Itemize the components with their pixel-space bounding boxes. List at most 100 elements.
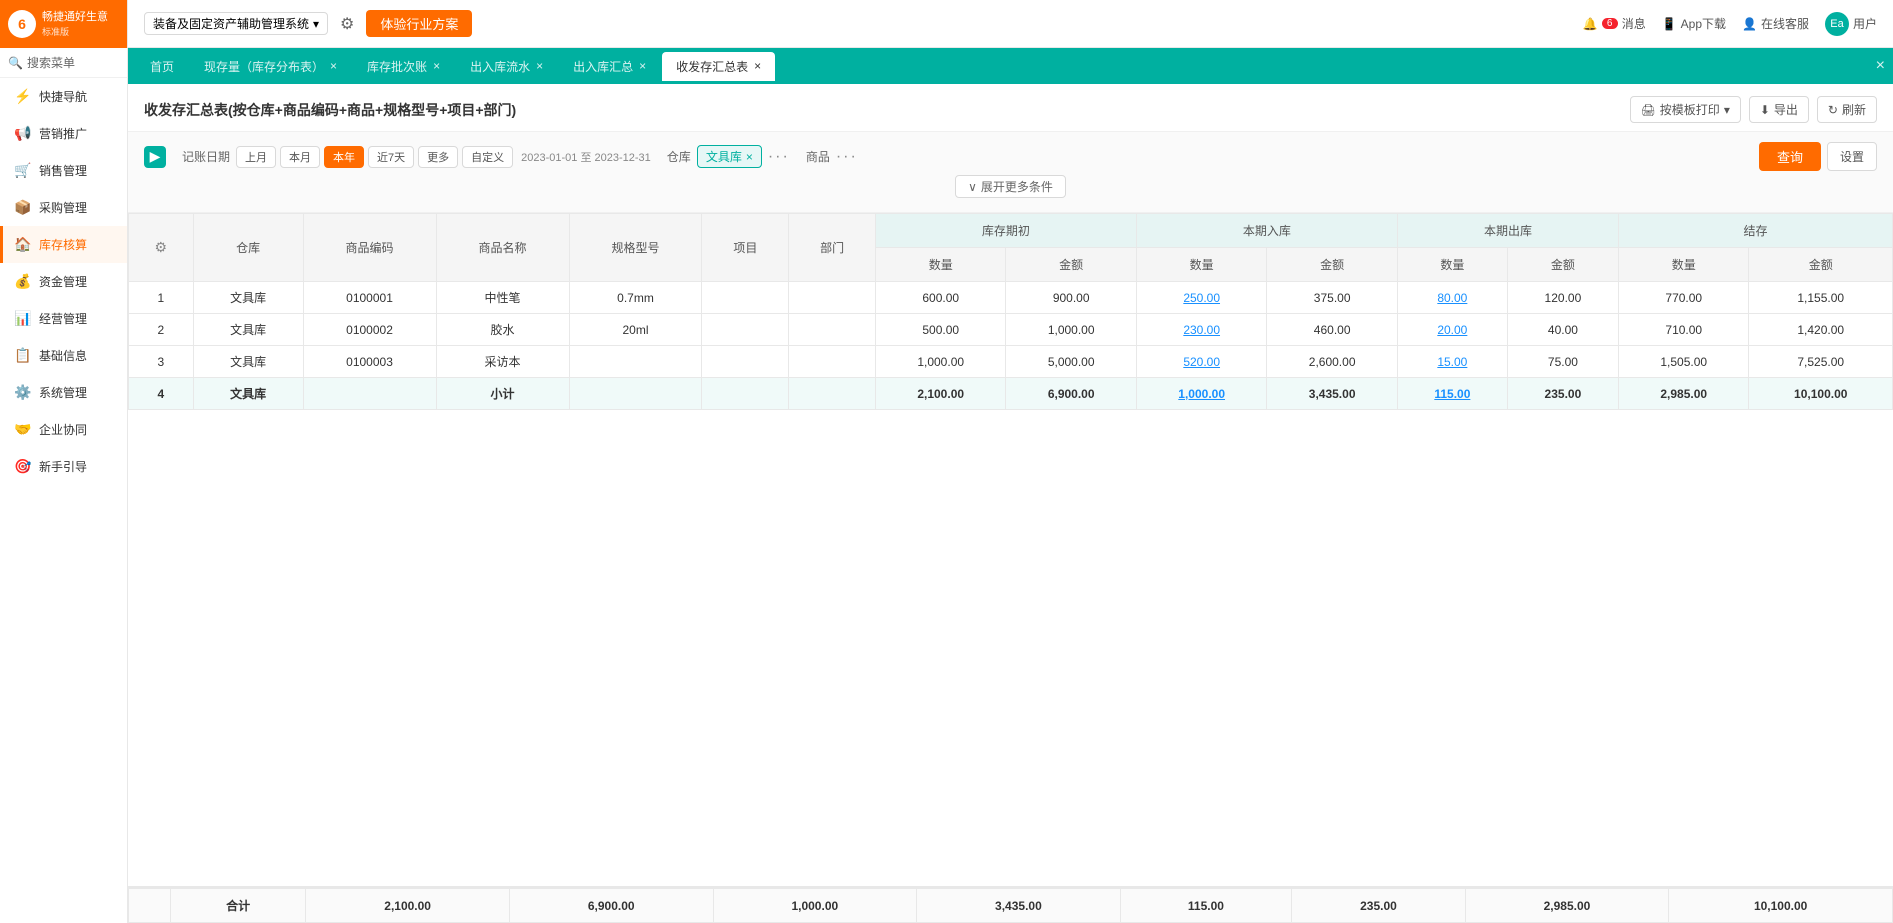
sidebar-item-guide[interactable]: 🎯 新手引导 [0,448,127,485]
expand-row: ∨ 展开更多条件 [144,171,1877,202]
cell-seq-3: 3 [129,346,194,378]
sidebar-item-label-sales: 销售管理 [39,162,87,179]
app-download-item[interactable]: 📱 App下载 [1662,15,1726,32]
warehouse-tag-close[interactable]: × [746,150,753,164]
date-btn-7days[interactable]: 近7天 [368,146,414,168]
sidebar-item-basic[interactable]: 📋 基础信息 [0,337,127,374]
th-goods-name: 商品名称 [436,214,569,282]
search-button[interactable]: 查询 [1759,142,1821,171]
tab-batch-ledger-close[interactable]: × [433,59,440,73]
cell-dept-2 [789,314,876,346]
th-closing: 结存 [1619,214,1893,248]
in-qty-link-2[interactable]: 230.00 [1183,323,1220,337]
cell-out-qty-2[interactable]: 20.00 [1397,314,1507,346]
tab-inout-summary-close[interactable]: × [639,59,646,73]
th-open-amt: 金额 [1006,248,1136,282]
in-qty-link-3[interactable]: 520.00 [1183,355,1220,369]
warehouse-tag: 文具库 × [697,145,762,168]
sidebar-logo: 6 畅捷通好生意 标准版 [0,0,127,48]
guide-icon: 🎯 [15,459,31,475]
cell-out-qty-3[interactable]: 15.00 [1397,346,1507,378]
system-selector[interactable]: 装备及固定资产辅助管理系统 ▾ [144,12,328,35]
purchase-icon: 📦 [15,200,31,216]
out-qty-link-4[interactable]: 115.00 [1434,387,1470,401]
cell-in-qty-3[interactable]: 520.00 [1136,346,1266,378]
sidebar-item-purchase[interactable]: 📦 采购管理 [0,189,127,226]
sidebar-item-label-guide: 新手引导 [39,458,87,475]
refresh-button[interactable]: ↻ 刷新 [1817,96,1877,123]
in-qty-link-4[interactable]: 1,000.00 [1178,387,1225,401]
tab-inventory-dist-close[interactable]: × [330,59,337,73]
sidebar-item-operations[interactable]: 📊 经营管理 [0,300,127,337]
cell-in-qty-1[interactable]: 250.00 [1136,282,1266,314]
out-qty-link-1[interactable]: 80.00 [1437,291,1467,305]
sidebar-item-quicknav[interactable]: ⚡ 快捷导航 [0,78,127,115]
expand-conditions-button[interactable]: ∨ 展开更多条件 [955,175,1066,198]
tab-inout-flow[interactable]: 出入库流水 × [456,52,557,81]
date-btn-lastmonth[interactable]: 上月 [236,146,276,168]
cell-name-3: 采访本 [436,346,569,378]
warehouse-dots[interactable]: ··· [768,148,790,166]
sidebar-item-system[interactable]: ⚙️ 系统管理 [0,374,127,411]
date-btn-custom[interactable]: 自定义 [462,146,513,168]
cell-open-qty-2: 500.00 [875,314,1005,346]
cell-in-qty-4[interactable]: 1,000.00 [1136,378,1266,410]
tabbar-close-icon[interactable]: × [1876,57,1885,75]
date-btn-more[interactable]: 更多 [418,146,458,168]
trial-button[interactable]: 体验行业方案 [366,10,472,37]
tab-batch-ledger[interactable]: 库存批次账 × [353,52,454,81]
sidebar-item-marketing[interactable]: 📢 营销推广 [0,115,127,152]
user-item[interactable]: Ea 用户 [1825,12,1877,36]
app-download-label: App下载 [1681,15,1726,32]
online-service-item[interactable]: 👤 在线客服 [1742,15,1809,32]
online-service-label: 在线客服 [1761,15,1809,32]
date-btn-thisyear[interactable]: 本年 [324,146,364,168]
sidebar-item-inventory[interactable]: 🏠 库存核算 [0,226,127,263]
tab-receive-summary[interactable]: 收发存汇总表 × [662,52,775,81]
cell-spec-3 [569,346,702,378]
cell-dept-3 [789,346,876,378]
cell-out-qty-4[interactable]: 115.00 [1397,378,1507,410]
sidebar-item-enterprise[interactable]: 🤝 企业协同 [0,411,127,448]
out-qty-link-2[interactable]: 20.00 [1437,323,1467,337]
sidebar: 6 畅捷通好生意 标准版 🔍 搜索菜单 ⚡ 快捷导航 📢 营销推广 🛒 销售管理… [0,0,128,923]
cell-seq-1: 1 [129,282,194,314]
tab-home[interactable]: 首页 [136,52,188,81]
sidebar-item-label-basic: 基础信息 [39,347,87,364]
cell-seq-4: 4 [129,378,194,410]
footer-open-amt: 6,900.00 [509,889,713,923]
filter-toggle-button[interactable]: ▶ [144,146,166,168]
sidebar-item-label-operations: 经营管理 [39,310,87,327]
cell-name-1: 中性笔 [436,282,569,314]
print-button[interactable]: 🖨 按模板打印 ▾ [1630,96,1741,123]
tab-inventory-dist[interactable]: 现存量（库存分布表） × [190,52,351,81]
out-qty-link-3[interactable]: 15.00 [1437,355,1467,369]
date-range-text: 2023-01-01 至 2023-12-31 [521,149,651,165]
tab-inout-summary-label: 出入库汇总 [573,58,633,75]
tab-receive-summary-close[interactable]: × [754,59,761,73]
table-gear-icon[interactable]: ⚙ [155,239,168,255]
sidebar-item-sales[interactable]: 🛒 销售管理 [0,152,127,189]
cell-warehouse-3: 文具库 [193,346,303,378]
cell-out-qty-1[interactable]: 80.00 [1397,282,1507,314]
date-btn-thismonth[interactable]: 本月 [280,146,320,168]
table-row-subtotal: 4 文具库 小计 2,100.00 6,900.00 1,000.00 3,43… [129,378,1893,410]
tab-inout-flow-close[interactable]: × [536,59,543,73]
in-qty-link-1[interactable]: 250.00 [1183,291,1220,305]
notification-item[interactable]: 🔔 6 消息 [1583,15,1646,32]
th-close-qty: 数量 [1619,248,1749,282]
sidebar-search[interactable]: 🔍 搜索菜单 [0,48,127,78]
cell-in-qty-2[interactable]: 230.00 [1136,314,1266,346]
export-button[interactable]: ⬇ 导出 [1749,96,1809,123]
settings-icon[interactable]: ⚙ [340,14,354,34]
table-row: 2 文具库 0100002 胶水 20ml 500.00 1,000.00 23… [129,314,1893,346]
goods-dots[interactable]: ··· [836,148,858,166]
refresh-icon: ↻ [1828,103,1838,117]
tab-inout-summary[interactable]: 出入库汇总 × [559,52,660,81]
th-close-amt: 金额 [1749,248,1893,282]
filter-settings-button[interactable]: 设置 [1827,142,1877,171]
sidebar-item-finance[interactable]: 💰 资金管理 [0,263,127,300]
th-settings[interactable]: ⚙ [129,214,194,282]
date-buttons: 上月 本月 本年 近7天 更多 自定义 2023-01-01 至 2023-12… [236,146,651,168]
topbar: 装备及固定资产辅助管理系统 ▾ ⚙ 体验行业方案 🔔 6 消息 📱 App下载 … [128,0,1893,48]
